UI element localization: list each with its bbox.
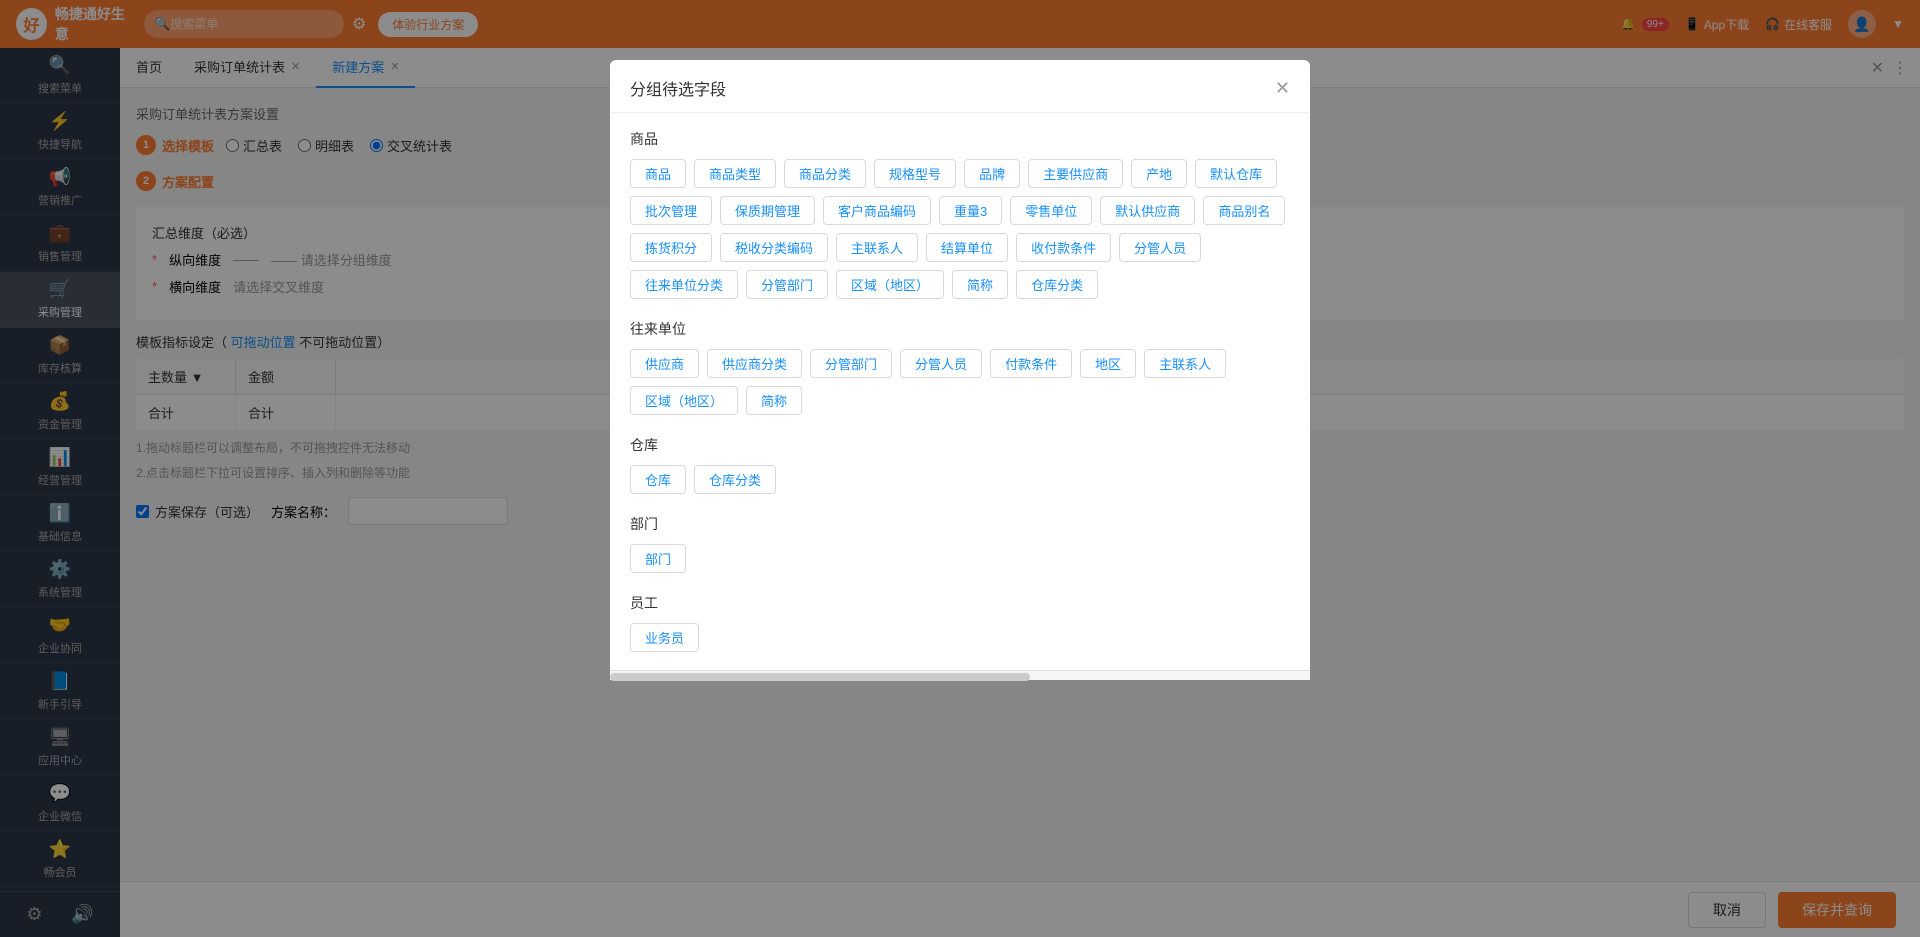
field-tag-1-3[interactable]: 分管人员 [900, 349, 982, 378]
field-tag-1-8[interactable]: 简称 [746, 386, 802, 415]
field-tag-0-5[interactable]: 主要供应商 [1028, 159, 1123, 188]
field-tag-0-16[interactable]: 税收分类编码 [720, 233, 828, 262]
field-tag-1-0[interactable]: 供应商 [630, 349, 699, 378]
field-tag-0-8[interactable]: 批次管理 [630, 196, 712, 225]
field-section-3: 部门部门 [630, 514, 1290, 573]
field-tag-1-5[interactable]: 地区 [1080, 349, 1136, 378]
field-tag-1-1[interactable]: 供应商分类 [707, 349, 802, 378]
field-tag-0-9[interactable]: 保质期管理 [720, 196, 815, 225]
field-tag-0-15[interactable]: 拣货积分 [630, 233, 712, 262]
modal: 分组待选字段 ✕ 商品商品商品类型商品分类规格型号品牌主要供应商产地默认仓库批次… [610, 60, 1310, 680]
field-section-2: 仓库仓库仓库分类 [630, 435, 1290, 494]
modal-body[interactable]: 商品商品商品类型商品分类规格型号品牌主要供应商产地默认仓库批次管理保质期管理客户… [610, 113, 1310, 670]
field-tag-0-11[interactable]: 重量3 [939, 196, 1002, 225]
field-tag-0-22[interactable]: 分管部门 [746, 270, 828, 299]
field-section-title-4: 员工 [630, 593, 1290, 613]
field-tag-0-19[interactable]: 收付款条件 [1016, 233, 1111, 262]
field-tag-3-0[interactable]: 部门 [630, 544, 686, 573]
field-tags-2: 仓库仓库分类 [630, 465, 1290, 494]
field-tag-1-2[interactable]: 分管部门 [810, 349, 892, 378]
field-tag-0-1[interactable]: 商品类型 [694, 159, 776, 188]
field-tag-0-20[interactable]: 分管人员 [1119, 233, 1201, 262]
field-tag-1-4[interactable]: 付款条件 [990, 349, 1072, 378]
modal-title: 分组待选字段 [630, 76, 726, 100]
field-tag-0-3[interactable]: 规格型号 [874, 159, 956, 188]
modal-close-button[interactable]: ✕ [1275, 78, 1290, 99]
field-tag-0-21[interactable]: 往来单位分类 [630, 270, 738, 299]
field-section-title-0: 商品 [630, 129, 1290, 149]
field-section-title-2: 仓库 [630, 435, 1290, 455]
field-tags-1: 供应商供应商分类分管部门分管人员付款条件地区主联系人区域（地区） 简称 [630, 349, 1290, 415]
field-section-0: 商品商品商品类型商品分类规格型号品牌主要供应商产地默认仓库批次管理保质期管理客户… [630, 129, 1290, 299]
field-tag-0-0[interactable]: 商品 [630, 159, 686, 188]
field-tag-1-7[interactable]: 区域（地区） [630, 386, 738, 415]
field-tag-0-4[interactable]: 品牌 [964, 159, 1020, 188]
field-tag-0-24[interactable]: 简称 [952, 270, 1008, 299]
field-section-title-3: 部门 [630, 514, 1290, 534]
modal-scroll-track [610, 670, 1310, 680]
field-tag-0-25[interactable]: 仓库分类 [1016, 270, 1098, 299]
field-tags-0: 商品商品类型商品分类规格型号品牌主要供应商产地默认仓库批次管理保质期管理客户商品… [630, 159, 1290, 299]
field-tag-0-6[interactable]: 产地 [1131, 159, 1187, 188]
field-tag-0-14[interactable]: 商品别名 [1203, 196, 1285, 225]
field-tag-0-23[interactable]: 区域（地区） [836, 270, 944, 299]
field-tag-1-6[interactable]: 主联系人 [1144, 349, 1226, 378]
modal-overlay: 分组待选字段 ✕ 商品商品商品类型商品分类规格型号品牌主要供应商产地默认仓库批次… [0, 0, 1920, 937]
field-tag-2-1[interactable]: 仓库分类 [694, 465, 776, 494]
field-tag-0-17[interactable]: 主联系人 [836, 233, 918, 262]
field-section-4: 员工业务员 [630, 593, 1290, 652]
field-tag-0-10[interactable]: 客户商品编码 [823, 196, 931, 225]
modal-scroll-thumb [610, 673, 1030, 681]
field-tags-4: 业务员 [630, 623, 1290, 652]
field-tag-0-7[interactable]: 默认仓库 [1195, 159, 1277, 188]
field-tag-0-12[interactable]: 零售单位 [1010, 196, 1092, 225]
field-section-title-1: 往来单位 [630, 319, 1290, 339]
field-tag-0-18[interactable]: 结算单位 [926, 233, 1008, 262]
field-tag-0-2[interactable]: 商品分类 [784, 159, 866, 188]
field-tags-3: 部门 [630, 544, 1290, 573]
field-tag-4-0[interactable]: 业务员 [630, 623, 699, 652]
field-tag-2-0[interactable]: 仓库 [630, 465, 686, 494]
modal-header: 分组待选字段 ✕ [610, 60, 1310, 113]
field-tag-0-13[interactable]: 默认供应商 [1100, 196, 1195, 225]
field-section-1: 往来单位供应商供应商分类分管部门分管人员付款条件地区主联系人区域（地区） 简称 [630, 319, 1290, 415]
